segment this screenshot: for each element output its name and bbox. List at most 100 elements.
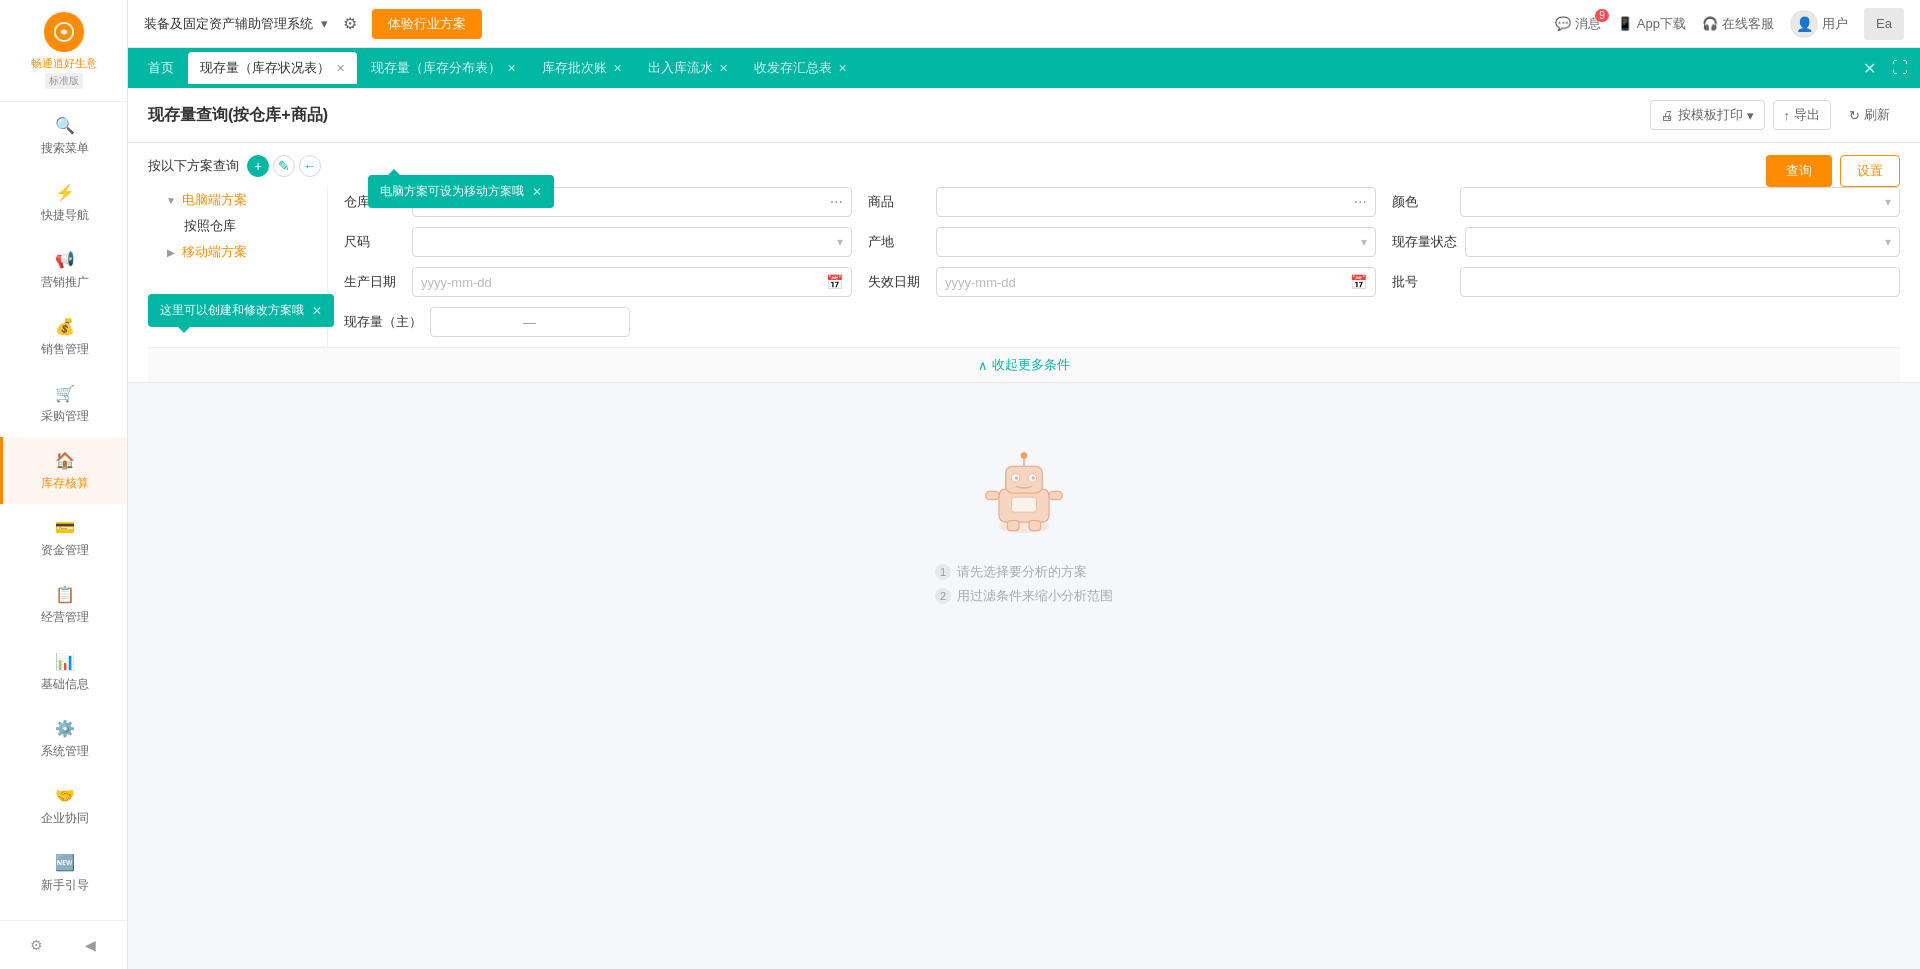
quicknav-icon: ⚡	[54, 181, 76, 203]
sidebar-item-enterprise[interactable]: 🤝 企业协同	[0, 772, 127, 839]
tip2-num: 2	[935, 588, 951, 604]
user-action[interactable]: 👤 用户	[1790, 10, 1848, 38]
prod-date-input[interactable]: yyyy-mm-dd 📅	[412, 267, 852, 297]
search-icon: 🔍	[54, 114, 76, 136]
size-label: 尺码	[344, 233, 404, 251]
tab-inventory-status[interactable]: 现存量（库存状况表） ✕	[188, 52, 357, 84]
tab-recv-summary-label: 收发存汇总表	[754, 59, 832, 77]
app-download-action[interactable]: 📱 App下载	[1617, 15, 1686, 33]
sidebar-item-system-label: 系统管理	[41, 743, 89, 760]
top-right-ea: Ea	[1864, 8, 1904, 40]
service-icon: 🎧	[1702, 16, 1718, 31]
inv-qty-to[interactable]	[540, 315, 620, 330]
sidebar-item-operations-label: 经营管理	[41, 609, 89, 626]
online-service-action[interactable]: 🎧 在线客服	[1702, 15, 1774, 33]
sidebar-nav: 🔍 搜索菜单 ⚡ 快捷导航 📢 营销推广 💰 销售管理 🛒 采购管理 🏠 库存核…	[0, 102, 127, 920]
tooltip2-text: 这里可以创建和修改方案哦	[160, 302, 304, 319]
tab-inventory-status-close[interactable]: ✕	[336, 63, 345, 74]
export-icon: ↑	[1784, 108, 1791, 123]
sidebar-item-sales[interactable]: 💰 销售管理	[0, 303, 127, 370]
scheme-pc-children: 按照仓库	[156, 213, 319, 239]
inv-qty-from[interactable]	[439, 315, 519, 330]
refresh-button[interactable]: ↻ 刷新	[1839, 101, 1900, 129]
inv-qty-range[interactable]: —	[430, 307, 630, 337]
scheme-mobile-parent[interactable]: ▶ 移动端方案	[156, 239, 319, 265]
expand-tab-btn[interactable]: ⛶	[1888, 55, 1912, 81]
sidebar-item-quicknav[interactable]: ⚡ 快捷导航	[0, 169, 127, 236]
origin-input[interactable]: ▾	[936, 227, 1376, 257]
tab-bar-actions: ✕ ⛶	[1859, 55, 1912, 82]
exp-date-label: 失效日期	[868, 273, 928, 291]
sidebar-item-marketing[interactable]: 📢 营销推广	[0, 236, 127, 303]
sidebar-item-inventory[interactable]: 🏠 库存核算	[0, 437, 127, 504]
svg-rect-11	[1049, 491, 1062, 499]
tab-home[interactable]: 首页	[136, 52, 186, 84]
tooltip1-close[interactable]: ✕	[532, 185, 542, 199]
field-exp-date: 失效日期 yyyy-mm-dd 📅	[868, 267, 1376, 297]
scheme-tree-panel: 这里可以创建和修改方案哦 ✕ ▼ 电脑端方案 按照仓库	[148, 187, 328, 347]
exp-date-input[interactable]: yyyy-mm-dd 📅	[936, 267, 1376, 297]
collapse-bar[interactable]: ∧ 收起更多条件	[148, 347, 1900, 382]
close-tab-btn[interactable]: ✕	[1859, 55, 1880, 82]
marketing-icon: 📢	[54, 248, 76, 270]
filter-row-2: 尺码 ▾ 产地 ▾	[344, 227, 1900, 257]
logo-text: 畅通道好生意	[31, 56, 97, 71]
purchase-icon: 🛒	[54, 382, 76, 404]
sidebar: 畅通道好生意 标准版 🔍 搜索菜单 ⚡ 快捷导航 📢 营销推广 💰 销售管理 🛒…	[0, 0, 128, 969]
sidebar-item-finance[interactable]: 💳 资金管理	[0, 504, 127, 571]
sidebar-item-inventory-label: 库存核算	[41, 475, 89, 492]
settings-bottom-icon[interactable]: ⚙	[23, 931, 51, 959]
inv-status-input[interactable]: ▾	[1465, 227, 1900, 257]
empty-tip-2: 2 用过滤条件来缩小分析范围	[935, 587, 1113, 605]
export-button[interactable]: ↑ 导出	[1773, 100, 1832, 130]
back-icon: ←	[303, 158, 317, 174]
logo-area: 畅通道好生意 标准版	[0, 0, 127, 102]
sidebar-item-guide-label: 新手引导	[41, 877, 89, 894]
field-origin: 产地 ▾	[868, 227, 1376, 257]
user-label: 用户	[1822, 15, 1848, 33]
product-input[interactable]: ···	[936, 187, 1376, 217]
tip2-text: 用过滤条件来缩小分析范围	[957, 587, 1113, 605]
message-badge: 9	[1595, 9, 1609, 22]
tab-batch-account[interactable]: 库存批次账 ✕	[530, 52, 634, 84]
tab-in-out-flow-close[interactable]: ✕	[719, 63, 728, 74]
sidebar-item-sales-label: 销售管理	[41, 341, 89, 358]
sidebar-item-basic[interactable]: 📊 基础信息	[0, 638, 127, 705]
size-input[interactable]: ▾	[412, 227, 852, 257]
sidebar-item-purchase[interactable]: 🛒 采购管理	[0, 370, 127, 437]
prod-date-label: 生产日期	[344, 273, 404, 291]
tab-in-out-flow[interactable]: 出入库流水 ✕	[636, 52, 740, 84]
svg-rect-13	[1029, 521, 1041, 531]
system-icon: ⚙️	[54, 717, 76, 739]
sidebar-item-guide[interactable]: 🆕 新手引导	[0, 839, 127, 906]
inv-status-label: 现存量状态	[1392, 233, 1457, 251]
sidebar-item-system[interactable]: ⚙️ 系统管理	[0, 705, 127, 772]
svg-point-8	[1015, 476, 1018, 479]
add-scheme-btn[interactable]: +	[247, 155, 269, 177]
collapse-sidebar-icon[interactable]: ◀	[76, 931, 104, 959]
message-action[interactable]: 💬 消息 9	[1555, 15, 1601, 33]
color-input[interactable]: ▾	[1460, 187, 1900, 217]
filter-fields-panel: 仓库 ··· 商品 ··· 颜色	[328, 187, 1900, 347]
tab-batch-account-close[interactable]: ✕	[613, 63, 622, 74]
tab-recv-summary[interactable]: 收发存汇总表 ✕	[742, 52, 859, 84]
edit-scheme-btn[interactable]: ✎	[273, 155, 295, 177]
print-button[interactable]: 🖨 按模板打印 ▾	[1650, 100, 1765, 130]
experience-button[interactable]: 体验行业方案	[372, 9, 482, 39]
tooltip2-close[interactable]: ✕	[312, 304, 322, 318]
scheme-pc-parent[interactable]: ▼ 电脑端方案	[156, 187, 319, 213]
header-settings-icon[interactable]: ⚙	[336, 10, 364, 38]
system-dropdown[interactable]: ▾	[321, 16, 328, 31]
batch-input[interactable]	[1460, 267, 1900, 297]
header-right: 💬 消息 9 📱 App下载 🎧 在线客服 👤 用户 Ea	[1555, 8, 1904, 40]
sidebar-item-operations[interactable]: 📋 经营管理	[0, 571, 127, 638]
back-scheme-btn[interactable]: ←	[299, 155, 321, 177]
pc-toggle-icon: ▼	[164, 193, 178, 207]
origin-label: 产地	[868, 233, 928, 251]
scheme-pc-child-1[interactable]: 按照仓库	[176, 213, 319, 239]
sidebar-item-search[interactable]: 🔍 搜索菜单	[0, 102, 127, 169]
tab-inventory-dist-close[interactable]: ✕	[507, 63, 516, 74]
filter-row-1: 仓库 ··· 商品 ··· 颜色	[344, 187, 1900, 217]
tab-recv-summary-close[interactable]: ✕	[838, 63, 847, 74]
tab-inventory-dist[interactable]: 现存量（库存分布表） ✕	[359, 52, 528, 84]
